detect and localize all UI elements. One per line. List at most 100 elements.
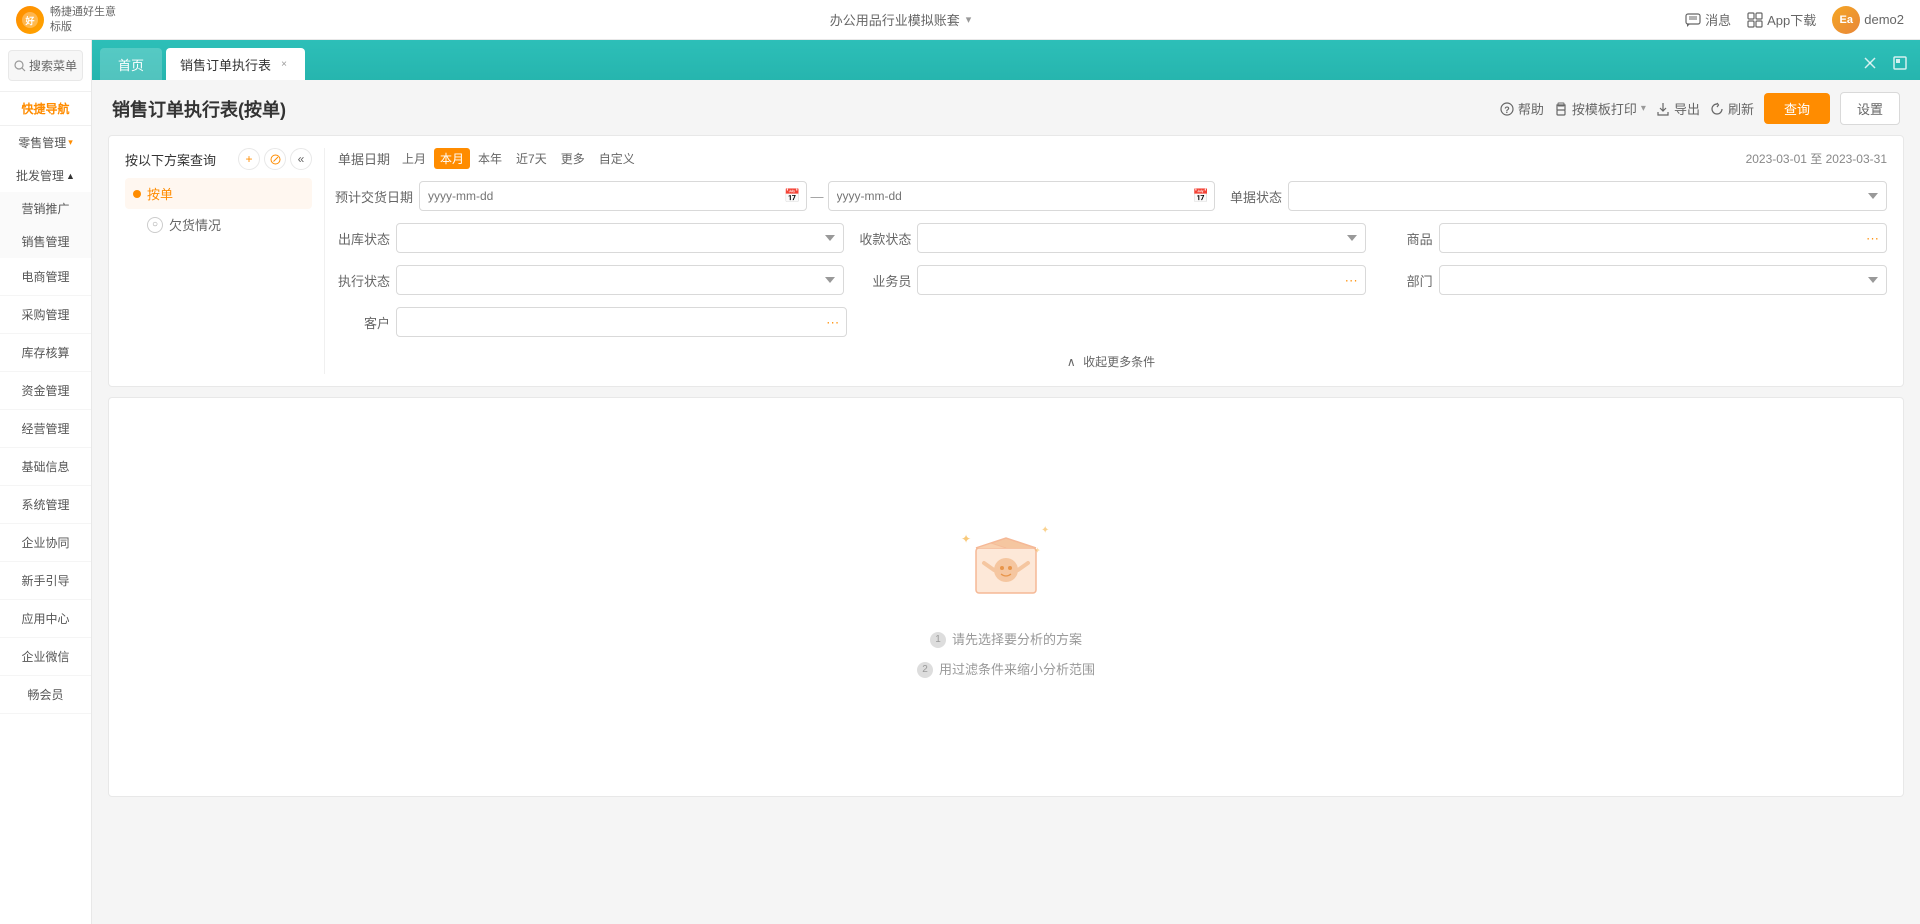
svg-text:?: ?: [1504, 105, 1510, 115]
tab-bar-actions: [1858, 51, 1920, 80]
payment-label: 收款状态: [856, 229, 911, 248]
svg-text:✦: ✦: [1034, 546, 1041, 555]
date-tab-this-month[interactable]: 本月: [434, 148, 470, 169]
filter-exec-status: 执行状态: [335, 265, 844, 295]
user-profile-btn[interactable]: Ea demo2: [1832, 6, 1904, 34]
refresh-btn[interactable]: 刷新: [1710, 99, 1754, 118]
customer-more-icon[interactable]: ···: [826, 315, 839, 330]
settings-btn[interactable]: 设置: [1840, 92, 1900, 125]
print-chevron-icon: ▾: [1641, 103, 1646, 114]
date-from-input[interactable]: [419, 181, 807, 211]
date-tab-more[interactable]: 更多: [555, 148, 591, 169]
sidebar-item-inventory[interactable]: 库存核算: [0, 334, 91, 372]
print-btn[interactable]: 按模板打印 ▾: [1554, 99, 1646, 118]
date-separator: —: [811, 189, 824, 204]
collapse-arrow-icon: ∧: [1067, 355, 1076, 369]
query-btn[interactable]: 查询: [1764, 93, 1830, 124]
add-scheme-btn[interactable]: +: [238, 148, 260, 170]
filter-expected-date: 预计交货日期 📅 — 📅: [335, 181, 1215, 211]
export-btn[interactable]: 导出: [1656, 99, 1700, 118]
page-content: 销售订单执行表(按单) ? 帮助: [92, 80, 1920, 924]
filter-status: 单据状态: [1227, 181, 1887, 211]
tab-home[interactable]: 首页: [100, 48, 162, 80]
edit-scheme-btn[interactable]: [264, 148, 286, 170]
payment-select[interactable]: [917, 223, 1365, 253]
salesman-more-icon[interactable]: ···: [1345, 273, 1358, 288]
empty-icon: ✦ ✦ ✦: [917, 508, 1095, 611]
scheme-sub-item-shortage[interactable]: ○ 欠货情况: [125, 209, 312, 240]
scheme-item-label: 按单: [147, 184, 173, 203]
sidebar-item-basic-info[interactable]: 基础信息: [0, 448, 91, 486]
sidebar-item-membership[interactable]: 畅会员: [0, 676, 91, 714]
filter-row-4: 执行状态 业务员: [335, 265, 1887, 295]
sidebar-item-enterprise-wechat[interactable]: 企业微信: [0, 638, 91, 676]
data-area: ✦ ✦ ✦ 1 请先选择要分析的方案 2 用过滤条件来缩小分析范围: [108, 397, 1904, 797]
sidebar-item-ecommerce[interactable]: 电商管理: [0, 258, 91, 296]
collapse-scheme-btn[interactable]: «: [290, 148, 312, 170]
sidebar-item-marketing[interactable]: 营销推广: [0, 192, 91, 225]
payment-control: [917, 223, 1365, 253]
date-tab-7days[interactable]: 近7天: [510, 148, 553, 169]
help-btn[interactable]: ? 帮助: [1500, 99, 1544, 118]
dept-select[interactable]: [1439, 265, 1887, 295]
sidebar-item-new-user[interactable]: 新手引导: [0, 562, 91, 600]
collapse-more-btn[interactable]: ∧ 收起更多条件: [335, 349, 1887, 374]
content-area: 首页 销售订单执行表 ×: [92, 40, 1920, 924]
sidebar-item-finance[interactable]: 资金管理: [0, 372, 91, 410]
tab-expand-btn[interactable]: [1888, 51, 1912, 80]
date-tab-this-year[interactable]: 本年: [472, 148, 508, 169]
tab-active[interactable]: 销售订单执行表 ×: [166, 48, 305, 80]
message-label: 消息: [1705, 10, 1731, 29]
sidebar-item-sales[interactable]: 销售管理: [0, 225, 91, 258]
date-tab-last-month[interactable]: 上月: [396, 148, 432, 169]
svg-text:✦: ✦: [961, 532, 971, 546]
sidebar-item-enterprise-collab[interactable]: 企业协同: [0, 524, 91, 562]
company-selector[interactable]: 办公用品行业模拟账套 ▾: [830, 10, 972, 29]
filter-row-1: 单据日期 上月 本月 本年 近7天 更多 自定义 2023: [335, 148, 1887, 169]
search-icon: [14, 60, 26, 72]
sidebar-item-quick-nav[interactable]: 快捷导航: [0, 92, 91, 126]
scheme-panel: 按以下方案查询 +: [125, 148, 325, 374]
salesman-label: 业务员: [856, 271, 911, 290]
sidebar-item-retail[interactable]: 零售管理 ▾: [0, 126, 91, 159]
date-to-input[interactable]: [828, 181, 1216, 211]
exec-select[interactable]: [396, 265, 844, 295]
close-window-icon: [1862, 55, 1878, 71]
scheme-item-by-order[interactable]: 按单: [125, 178, 312, 209]
search-menu-btn[interactable]: 搜索菜单: [8, 50, 83, 81]
tip-2-text: 用过滤条件来缩小分析范围: [939, 657, 1095, 683]
sidebar-item-app-center[interactable]: 应用中心: [0, 600, 91, 638]
filter-row-5: 客户 ···: [335, 307, 847, 337]
active-tab-label: 销售订单执行表: [180, 55, 271, 74]
date-range-input: 📅 — 📅: [419, 181, 1215, 211]
product-input[interactable]: [1439, 223, 1887, 253]
sidebar-item-wholesale[interactable]: 批发管理 ▲: [0, 159, 91, 192]
customer-input[interactable]: [396, 307, 847, 337]
calendar-from-icon[interactable]: 📅: [784, 188, 800, 204]
message-btn[interactable]: 消息: [1685, 10, 1731, 29]
filter-panel: 按以下方案查询 +: [108, 135, 1904, 387]
sidebar-item-purchase[interactable]: 采购管理: [0, 296, 91, 334]
scheme-title: 按以下方案查询: [125, 150, 216, 169]
calendar-to-icon[interactable]: 📅: [1193, 188, 1209, 204]
app-download-btn[interactable]: App下载: [1747, 10, 1816, 29]
warehouse-select[interactable]: [396, 223, 844, 253]
sidebar-item-system[interactable]: 系统管理: [0, 486, 91, 524]
status-select[interactable]: [1288, 181, 1887, 211]
empty-text: 1 请先选择要分析的方案 2 用过滤条件来缩小分析范围: [917, 627, 1095, 683]
sidebar-item-operations[interactable]: 经营管理: [0, 410, 91, 448]
logo-text: 畅捷通好生意 标版: [50, 5, 116, 34]
tab-close-all-btn[interactable]: [1858, 51, 1882, 80]
salesman-input[interactable]: [917, 265, 1365, 295]
logo-area: 好 畅捷通好生意 标版: [16, 5, 116, 34]
product-label: 商品: [1378, 229, 1433, 248]
tab-close-btn[interactable]: ×: [277, 57, 291, 71]
app-download-label: App下载: [1767, 10, 1816, 29]
product-more-icon[interactable]: ···: [1866, 231, 1879, 246]
wholesale-arrow-icon: ▲: [66, 171, 75, 181]
tip-num-2: 2: [917, 662, 933, 678]
svg-text:✦: ✦: [1041, 525, 1049, 536]
header-right: 消息 App下载 Ea demo2: [1685, 6, 1904, 34]
empty-tip-1: 1 请先选择要分析的方案: [917, 627, 1095, 653]
date-tab-custom[interactable]: 自定义: [593, 148, 641, 169]
